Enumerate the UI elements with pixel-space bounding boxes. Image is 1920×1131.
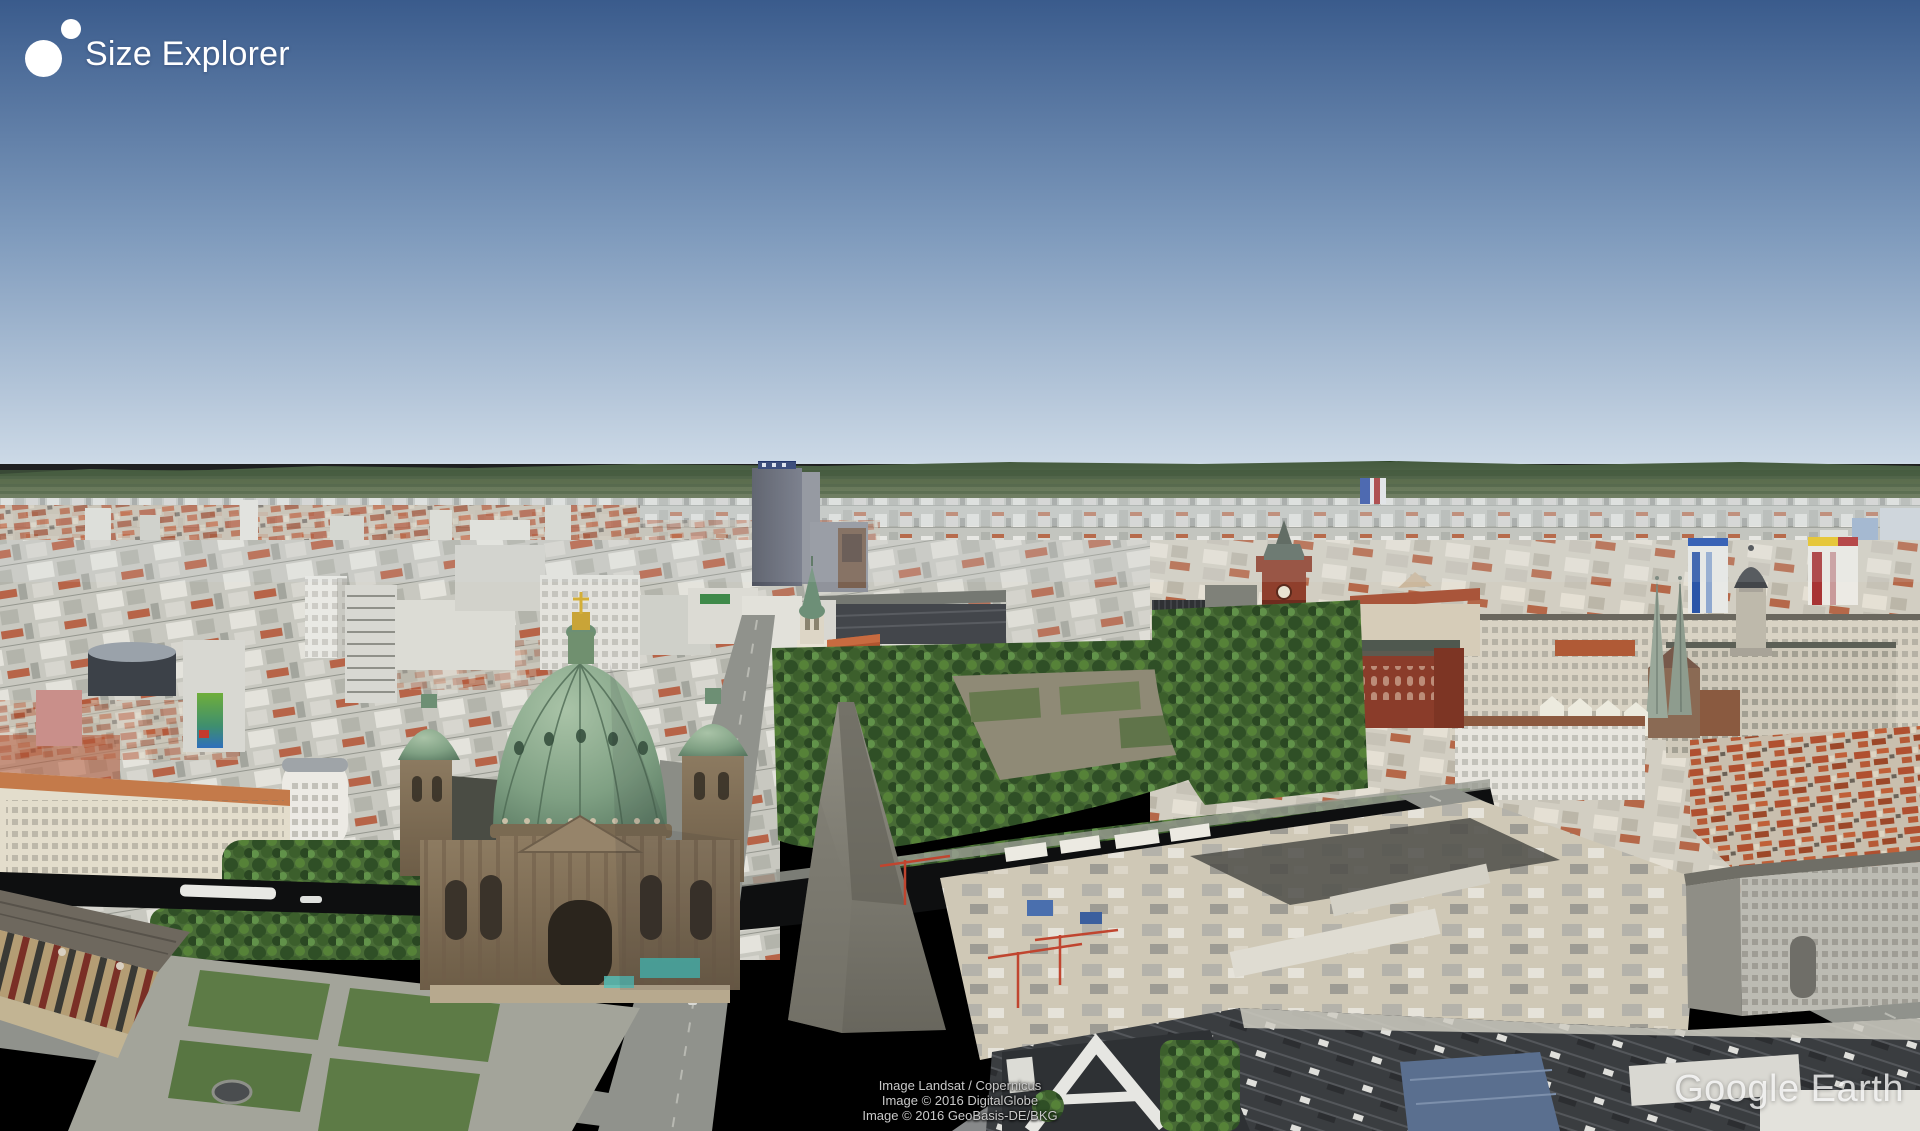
size-explorer-logo[interactable]: Size Explorer [0, 0, 340, 92]
map-attribution: Image Landsat / Copernicus Image © 2016 … [0, 1078, 1920, 1123]
distance-haze [0, 462, 1920, 582]
alte-muenze-building [1684, 850, 1920, 1016]
nikolaiviertel-roofs [1690, 726, 1920, 872]
attribution-line: Image © 2016 GeoBasis-DE/BKG [0, 1108, 1920, 1123]
google-earth-3d-view[interactable]: Size Explorer Image Landsat / Copernicus… [0, 0, 1920, 1131]
size-explorer-logo-small-circle-icon [61, 19, 81, 39]
attribution-line: Image © 2016 DigitalGlobe [0, 1093, 1920, 1108]
striped-office-slab [345, 585, 397, 703]
station-building [818, 590, 1006, 644]
pink-building [36, 690, 82, 746]
google-earth-watermark: Google Earth [1674, 1068, 1904, 1111]
billboard-building [183, 640, 245, 752]
white-highrise [305, 576, 347, 658]
app-title: Size Explorer [85, 34, 290, 74]
size-explorer-logo-icon [25, 40, 62, 77]
arc-roof-mall [88, 642, 176, 696]
dom-portal [548, 900, 612, 990]
right-foreground [1684, 726, 1920, 1016]
attribution-line: Image Landsat / Copernicus [0, 1078, 1920, 1093]
curved-glass-building [282, 758, 348, 850]
berlin-3d-scene [0, 0, 1920, 1131]
